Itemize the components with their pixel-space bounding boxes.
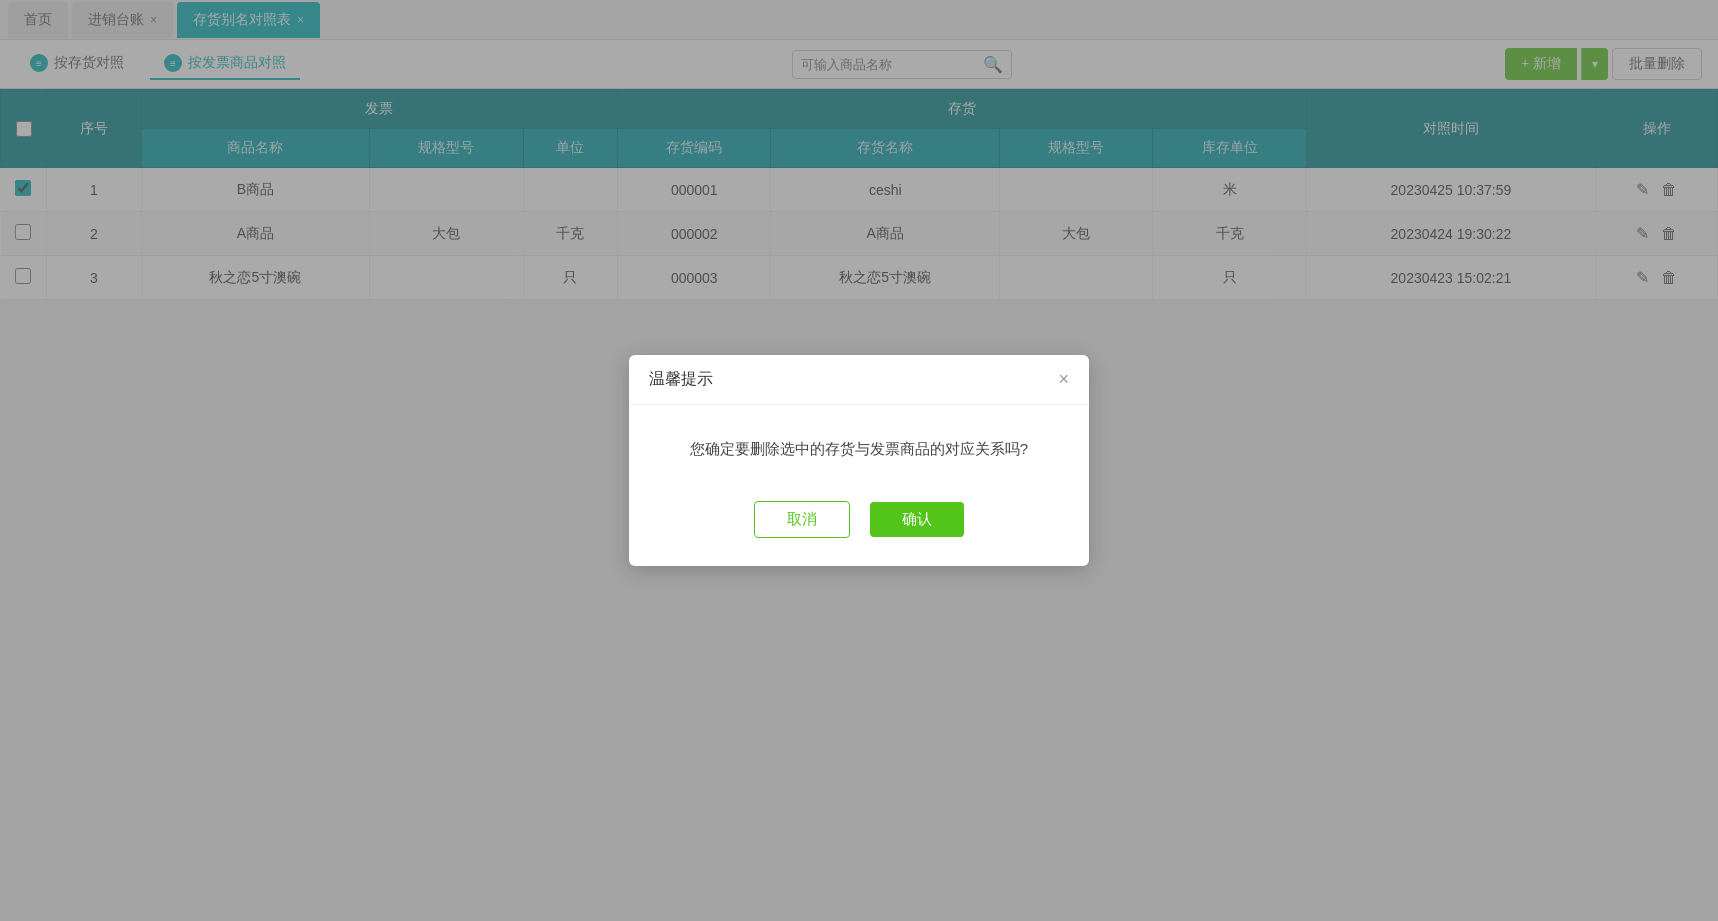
dialog-overlay: 温馨提示 × 您确定要删除选中的存货与发票商品的对应关系吗? 取消 确认 xyxy=(0,0,1718,300)
